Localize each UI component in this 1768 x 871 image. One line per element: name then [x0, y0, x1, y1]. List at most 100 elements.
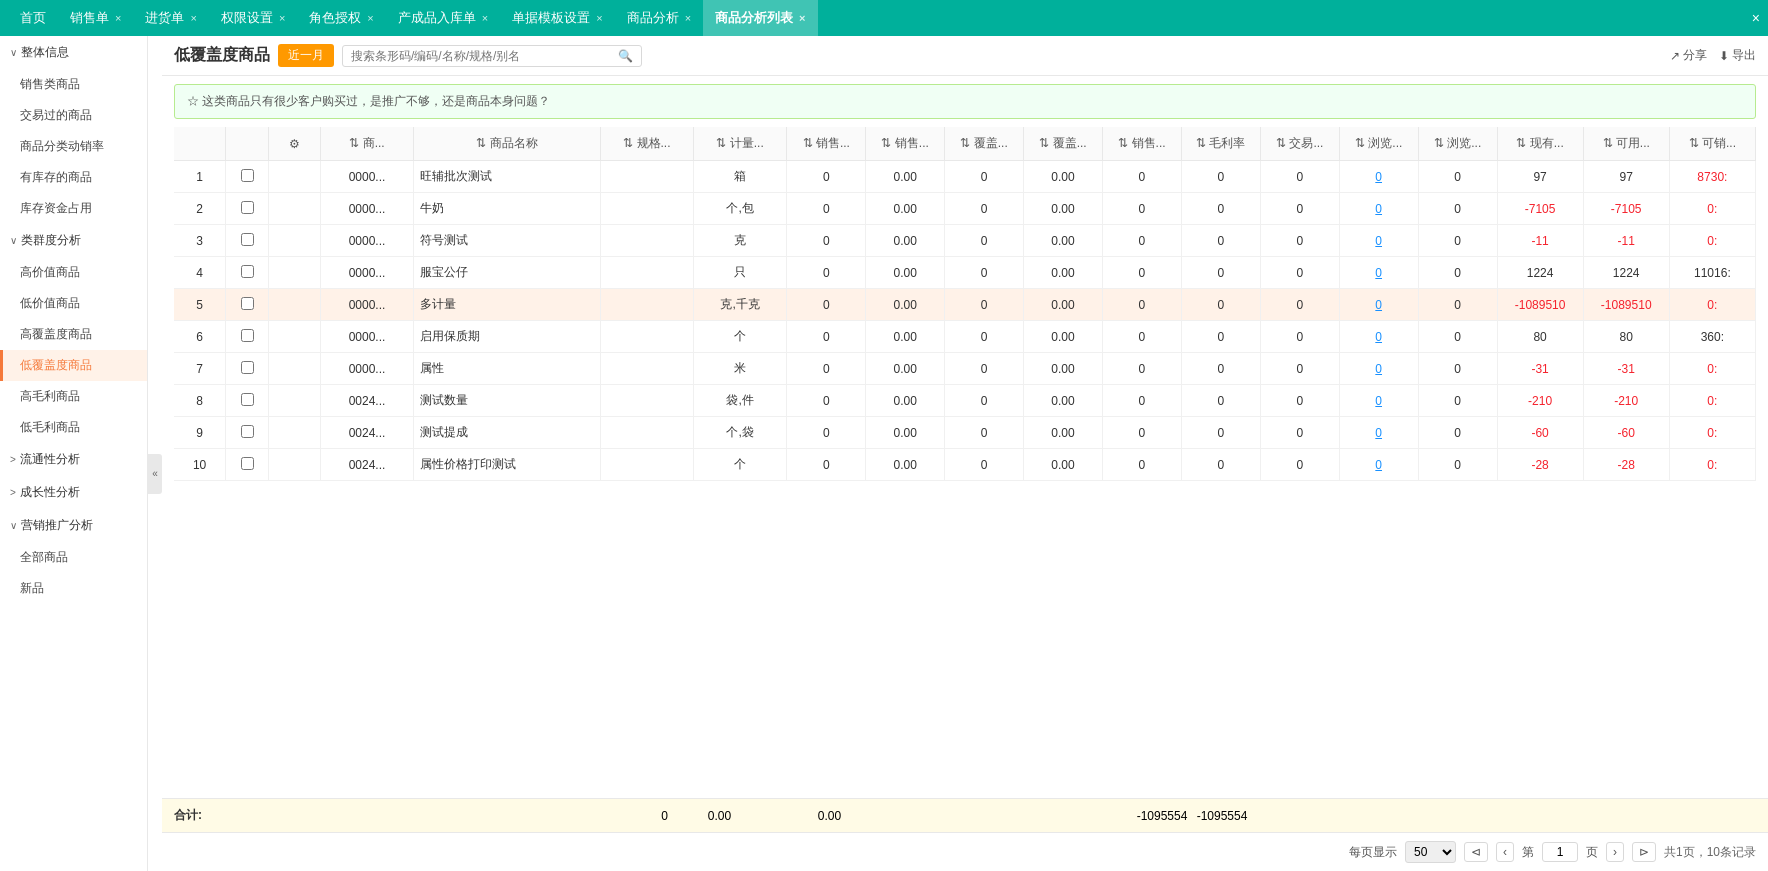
row-checkbox[interactable]: [241, 329, 254, 342]
col-header-unit[interactable]: ⇅ 计量...: [693, 127, 786, 161]
cell-9-14[interactable]: 0: [1339, 449, 1418, 481]
cell-1-14[interactable]: 0: [1339, 193, 1418, 225]
nav-tab-3[interactable]: 权限设置×: [209, 0, 297, 36]
prev-page-button[interactable]: ‹: [1496, 842, 1514, 862]
nav-tab-close-3[interactable]: ×: [279, 12, 285, 24]
row-checkbox[interactable]: [241, 265, 254, 278]
search-input[interactable]: [351, 49, 614, 63]
col-header-trade[interactable]: ⇅ 交易...: [1260, 127, 1339, 161]
col-sort-cover1[interactable]: ⇅: [960, 136, 970, 150]
search-icon[interactable]: 🔍: [618, 49, 633, 63]
col-header-cover1[interactable]: ⇅ 覆盖...: [945, 127, 1024, 161]
sidebar-item-4-0[interactable]: 全部商品: [0, 542, 147, 573]
col-sort-spec[interactable]: ⇅: [623, 136, 633, 150]
col-sort-code[interactable]: ⇅: [349, 136, 359, 150]
nav-tab-6[interactable]: 单据模板设置×: [500, 0, 614, 36]
col-header-cover2[interactable]: ⇅ 覆盖...: [1024, 127, 1103, 161]
col-sort-sales1[interactable]: ⇅: [803, 136, 813, 150]
nav-tab-8[interactable]: 商品分析列表×: [703, 0, 817, 36]
sidebar-item-1-5[interactable]: 低毛利商品: [0, 412, 147, 443]
sidebar-section-0[interactable]: ∨整体信息: [0, 36, 147, 69]
last-page-button[interactable]: ⊳: [1632, 842, 1656, 862]
cell-4-14[interactable]: 0: [1339, 289, 1418, 321]
col-header-current[interactable]: ⇅ 现有...: [1497, 127, 1583, 161]
cell-2-14[interactable]: 0: [1339, 225, 1418, 257]
sidebar-item-1-4[interactable]: 高毛利商品: [0, 381, 147, 412]
col-sort-avail[interactable]: ⇅: [1603, 136, 1613, 150]
col-header-browse2[interactable]: ⇅ 浏览...: [1418, 127, 1497, 161]
col-sort-name[interactable]: ⇅: [476, 136, 486, 150]
next-page-button[interactable]: ›: [1606, 842, 1624, 862]
cell-5-14[interactable]: 0: [1339, 321, 1418, 353]
col-sort-gross[interactable]: ⇅: [1196, 136, 1206, 150]
row-checkbox[interactable]: [241, 361, 254, 374]
nav-tab-close-5[interactable]: ×: [482, 12, 488, 24]
nav-tab-2[interactable]: 进货单×: [133, 0, 208, 36]
col-sort-current[interactable]: ⇅: [1516, 136, 1526, 150]
nav-tab-7[interactable]: 商品分析×: [615, 0, 703, 36]
sidebar-item-0-3[interactable]: 有库存的商品: [0, 162, 147, 193]
col-header-code[interactable]: ⇅ 商...: [320, 127, 413, 161]
col-header-gross[interactable]: ⇅ 毛利率: [1181, 127, 1260, 161]
sidebar-section-1[interactable]: ∨类群度分析: [0, 224, 147, 257]
sidebar-item-0-4[interactable]: 库存资金占用: [0, 193, 147, 224]
nav-tab-close-8[interactable]: ×: [799, 12, 805, 24]
col-header-sales2[interactable]: ⇅ 销售...: [866, 127, 945, 161]
col-sort-browse1[interactable]: ⇅: [1355, 136, 1365, 150]
sidebar-collapse-button[interactable]: «: [148, 454, 162, 494]
nav-tab-close-4[interactable]: ×: [367, 12, 373, 24]
share-button[interactable]: ↗ 分享: [1670, 47, 1707, 64]
export-button[interactable]: ⬇ 导出: [1719, 47, 1756, 64]
sidebar-item-0-2[interactable]: 商品分类动销率: [0, 131, 147, 162]
cell-8-14[interactable]: 0: [1339, 417, 1418, 449]
cell-6-14[interactable]: 0: [1339, 353, 1418, 385]
row-checkbox[interactable]: [241, 297, 254, 310]
first-page-button[interactable]: ⊲: [1464, 842, 1488, 862]
cell-7-14[interactable]: 0: [1339, 385, 1418, 417]
col-sort-sales2[interactable]: ⇅: [881, 136, 891, 150]
col-header-sales1[interactable]: ⇅ 销售...: [787, 127, 866, 161]
col-header-spec[interactable]: ⇅ 规格...: [600, 127, 693, 161]
sidebar-section-3[interactable]: >成长性分析: [0, 476, 147, 509]
sidebar-item-0-0[interactable]: 销售类商品: [0, 69, 147, 100]
cell-3-14[interactable]: 0: [1339, 257, 1418, 289]
row-checkbox[interactable]: [241, 457, 254, 470]
search-box[interactable]: 🔍: [342, 45, 642, 67]
col-sort-unit[interactable]: ⇅: [716, 136, 726, 150]
row-checkbox[interactable]: [241, 393, 254, 406]
sidebar-section-2[interactable]: >流通性分析: [0, 443, 147, 476]
page-input[interactable]: [1542, 842, 1578, 862]
close-all-button[interactable]: ×: [1752, 10, 1760, 26]
col-header-sales3[interactable]: ⇅ 销售...: [1102, 127, 1181, 161]
nav-tab-4[interactable]: 角色授权×: [297, 0, 385, 36]
nav-tab-close-7[interactable]: ×: [685, 12, 691, 24]
sidebar-item-4-1[interactable]: 新品: [0, 573, 147, 604]
row-checkbox[interactable]: [241, 169, 254, 182]
col-sort-cover2[interactable]: ⇅: [1039, 136, 1049, 150]
col-header-avail[interactable]: ⇅ 可用...: [1583, 127, 1669, 161]
row-checkbox[interactable]: [241, 233, 254, 246]
nav-tab-close-1[interactable]: ×: [115, 12, 121, 24]
page-size-select[interactable]: 50 100 200: [1405, 841, 1456, 863]
cell-0-14[interactable]: 0: [1339, 161, 1418, 193]
row-checkbox[interactable]: [241, 201, 254, 214]
nav-tab-5[interactable]: 产成品入库单×: [386, 0, 500, 36]
nav-tab-close-2[interactable]: ×: [190, 12, 196, 24]
row-checkbox[interactable]: [241, 425, 254, 438]
sidebar-item-1-1[interactable]: 低价值商品: [0, 288, 147, 319]
col-sort-sellable[interactable]: ⇅: [1689, 136, 1699, 150]
col-sort-sales3[interactable]: ⇅: [1118, 136, 1128, 150]
sidebar-item-1-3[interactable]: 低覆盖度商品: [0, 350, 147, 381]
col-sort-trade[interactable]: ⇅: [1276, 136, 1286, 150]
col-header-sellable[interactable]: ⇅ 可销...: [1669, 127, 1755, 161]
col-header-browse1[interactable]: ⇅ 浏览...: [1339, 127, 1418, 161]
nav-tab-close-6[interactable]: ×: [596, 12, 602, 24]
col-sort-browse2[interactable]: ⇅: [1434, 136, 1444, 150]
sidebar-section-4[interactable]: ∨营销推广分析: [0, 509, 147, 542]
nav-tab-0[interactable]: 首页: [8, 0, 58, 36]
nav-tab-1[interactable]: 销售单×: [58, 0, 133, 36]
filter-button[interactable]: 近一月: [278, 44, 334, 67]
sidebar-item-1-0[interactable]: 高价值商品: [0, 257, 147, 288]
sidebar-item-0-1[interactable]: 交易过的商品: [0, 100, 147, 131]
col-header-name[interactable]: ⇅ 商品名称: [414, 127, 601, 161]
